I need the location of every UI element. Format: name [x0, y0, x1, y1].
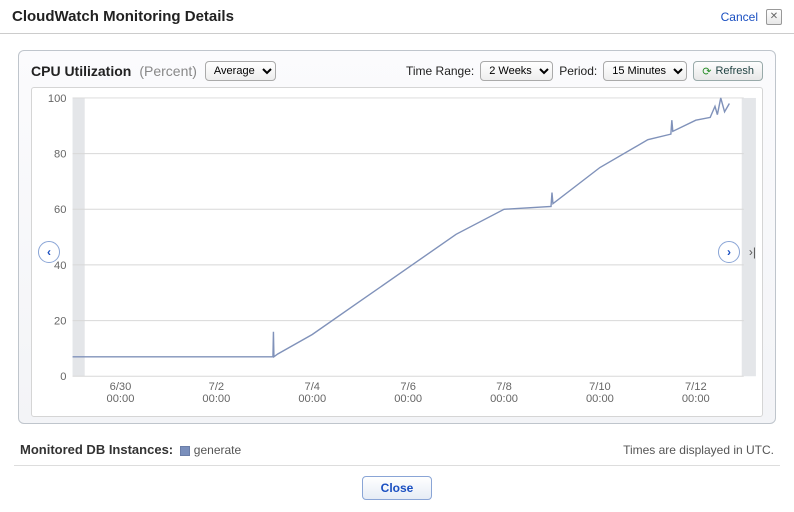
svg-text:60: 60 [54, 204, 66, 216]
svg-text:7/2: 7/2 [209, 381, 224, 393]
chevron-left-icon: ‹ [47, 245, 51, 259]
time-range-label: Time Range: [406, 64, 474, 78]
utc-note: Times are displayed in UTC. [623, 443, 774, 457]
svg-text:80: 80 [54, 149, 66, 161]
svg-text:20: 20 [54, 316, 66, 328]
svg-text:7/8: 7/8 [496, 381, 511, 393]
svg-text:00:00: 00:00 [490, 393, 518, 405]
monitored-instances-label: Monitored DB Instances: [20, 442, 173, 457]
metric-name: CPU Utilization [31, 63, 131, 79]
chevron-right-icon: › [727, 245, 731, 259]
chart-prev-button[interactable]: ‹ [38, 241, 60, 263]
refresh-button[interactable]: ⟳ Refresh [693, 61, 763, 81]
svg-text:7/6: 7/6 [400, 381, 415, 393]
chart-svg: 020406080100 6/3000:007/200:007/400:007/… [32, 88, 762, 416]
period-select[interactable]: 15 Minutes [603, 61, 687, 81]
svg-text:6/30: 6/30 [110, 381, 132, 393]
period-label: Period: [559, 64, 597, 78]
chart-next-button[interactable]: › [718, 241, 740, 263]
svg-text:00:00: 00:00 [202, 393, 230, 405]
chart-end-handle[interactable]: ›| [749, 245, 756, 259]
metric-unit: (Percent) [139, 63, 197, 79]
legend-swatch [180, 446, 190, 456]
dialog-title: CloudWatch Monitoring Details [12, 8, 234, 25]
svg-text:00:00: 00:00 [586, 393, 614, 405]
close-button[interactable]: Close [362, 476, 433, 500]
statistic-select[interactable]: Average [205, 61, 276, 81]
close-icon[interactable]: ✕ [766, 9, 782, 25]
svg-text:0: 0 [60, 371, 66, 383]
svg-text:00:00: 00:00 [394, 393, 422, 405]
svg-text:40: 40 [54, 260, 66, 272]
time-range-select[interactable]: 2 Weeks [480, 61, 553, 81]
cancel-link[interactable]: Cancel [721, 10, 758, 24]
svg-text:100: 100 [48, 93, 67, 105]
svg-text:7/10: 7/10 [589, 381, 611, 393]
svg-text:00:00: 00:00 [682, 393, 710, 405]
chart-area: 020406080100 6/3000:007/200:007/400:007/… [31, 87, 763, 417]
refresh-icon: ⟳ [702, 65, 711, 78]
svg-text:7/4: 7/4 [305, 381, 320, 393]
svg-text:7/12: 7/12 [685, 381, 707, 393]
refresh-label: Refresh [715, 65, 754, 77]
svg-text:00:00: 00:00 [298, 393, 326, 405]
svg-text:00:00: 00:00 [107, 393, 135, 405]
legend-series-name: generate [194, 443, 241, 457]
